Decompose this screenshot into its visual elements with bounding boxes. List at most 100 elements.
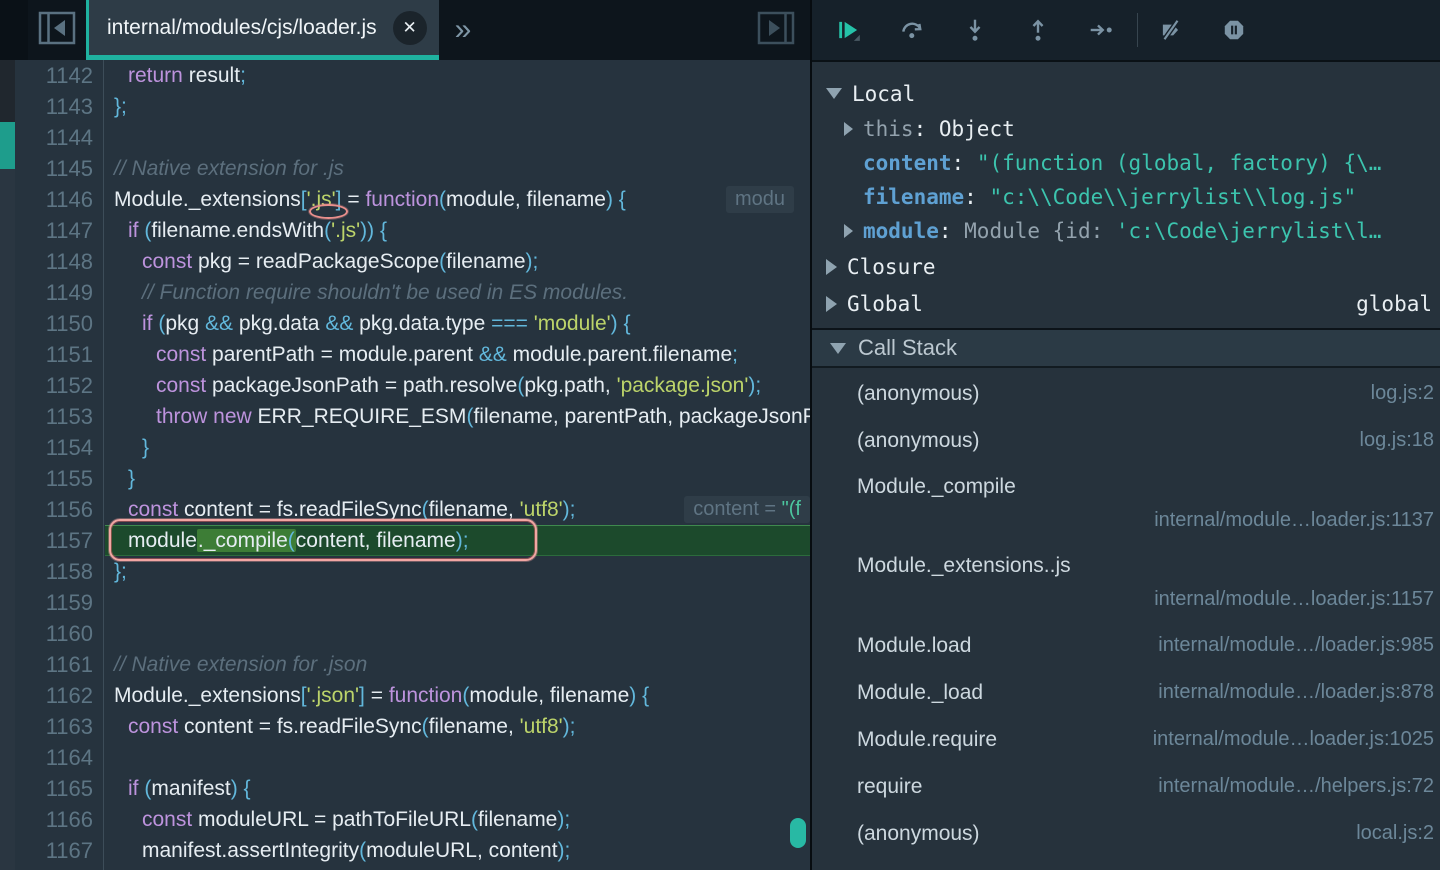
tabbar-corner <box>0 0 28 60</box>
code-editor[interactable]: 1142114311441145114611471148114911501151… <box>0 60 810 870</box>
scope-value-part: : <box>939 219 964 243</box>
code-token: filename, <box>429 498 520 521</box>
step-out-button[interactable] <box>1025 17 1051 43</box>
call-stack-frame[interactable]: (anonymous)log.js:2 <box>812 370 1440 417</box>
gutter-line-number[interactable]: 1164 <box>15 742 103 773</box>
call-stack-frame[interactable]: Module._loadinternal/module…/loader.js:8… <box>812 669 1440 716</box>
deactivate-breakpoints-button[interactable] <box>1158 17 1184 43</box>
code-line[interactable]: manifest.assertIntegrity(moduleURL, cont… <box>105 835 810 866</box>
code-line[interactable]: // Function require shouldn't be used in… <box>105 277 810 308</box>
gutter-line-number[interactable]: 1165 <box>15 773 103 804</box>
pause-on-exceptions-button[interactable] <box>1221 17 1247 43</box>
code-line[interactable]: const parentPath = module.parent && modu… <box>105 339 810 370</box>
gutter-line-number[interactable]: 1143 <box>15 91 103 122</box>
step-button[interactable] <box>1088 17 1114 43</box>
gutter-line-number[interactable]: 1159 <box>15 587 103 618</box>
code-line[interactable]: if (filename.endsWith('.js')) { <box>105 215 810 246</box>
code-line[interactable]: }; <box>105 556 810 587</box>
gutter-line-number[interactable]: 1144 <box>15 122 103 153</box>
gutter-line-number[interactable]: 1163 <box>15 711 103 742</box>
gutter-line-number[interactable]: 1147 <box>15 215 103 246</box>
code-line[interactable]: } <box>105 463 810 494</box>
gutter-line-number[interactable]: 1142 <box>15 60 103 91</box>
gutter-line-number[interactable]: 1167 <box>15 835 103 866</box>
gutter-line-number[interactable]: 1145 <box>15 153 103 184</box>
code-token: '.json' <box>307 684 359 707</box>
code-line[interactable]: }; <box>105 91 810 122</box>
code-line[interactable]: Module._extensions['.js'] = function(mod… <box>105 184 810 215</box>
gutter-line-number[interactable]: 1146 <box>15 184 103 215</box>
code-line[interactable]: if (pkg && pkg.data && pkg.data.type ===… <box>105 308 810 339</box>
step-over-button[interactable] <box>899 17 925 43</box>
code-line[interactable]: } <box>105 432 810 463</box>
editor-scrollbar-thumb[interactable] <box>790 818 806 848</box>
code-line[interactable]: const packageJsonPath = path.resolve(pkg… <box>105 370 810 401</box>
gutter-line-number[interactable]: 1153 <box>15 401 103 432</box>
code-token: content = fs.readFileSync <box>184 715 422 738</box>
code-line[interactable]: const content = fs.readFileSync(filename… <box>105 711 810 742</box>
gutter-line-number[interactable]: 1161 <box>15 649 103 680</box>
scope-variable-row[interactable]: module: Module {id: 'c:\Code\jerrylist\l… <box>812 214 1440 248</box>
call-stack-frame[interactable]: (anonymous)log.js:18 <box>812 417 1440 464</box>
gutter-line-number[interactable]: 1158 <box>15 556 103 587</box>
code-line[interactable]: throw new ERR_REQUIRE_ESM(filename, pare… <box>105 401 810 432</box>
scope-section-local[interactable]: Local <box>812 75 1440 112</box>
gutter-line-number[interactable]: 1150 <box>15 308 103 339</box>
tab-close-button[interactable]: ✕ <box>393 11 427 45</box>
code-line[interactable]: const moduleURL = pathToFileURL(filename… <box>105 804 810 835</box>
code-token: ERR_REQUIRE_ESM <box>258 405 467 428</box>
code-token: pkg.data <box>239 312 325 335</box>
resume-button[interactable] <box>836 17 862 43</box>
step-into-button[interactable] <box>962 17 988 43</box>
expand-arrow-icon[interactable] <box>844 224 853 238</box>
gutter-line-number[interactable]: 1149 <box>15 277 103 308</box>
code-line[interactable] <box>105 122 810 153</box>
call-stack-frame[interactable]: Module.loadinternal/module…/loader.js:98… <box>812 622 1440 669</box>
gutter-line-number[interactable]: 1156 <box>15 494 103 525</box>
code-line[interactable]: // Native extension for .js <box>105 153 810 184</box>
call-stack-header[interactable]: Call Stack <box>812 328 1440 368</box>
gutter-line-number[interactable]: 1168 <box>15 866 103 870</box>
expand-arrow-icon[interactable] <box>844 122 853 136</box>
code-token: filename.endsWith <box>151 219 324 242</box>
toggle-right-panel-button[interactable] <box>756 0 810 60</box>
scope-variable-row[interactable]: filename: "c:\\Code\\jerrylist\\log.js" <box>812 180 1440 214</box>
code-line[interactable]: if (manifest) { <box>105 773 810 804</box>
gutter-line-number[interactable]: 1157 <box>15 525 103 556</box>
gutter-line-number[interactable]: 1148 <box>15 246 103 277</box>
code-line[interactable]: return result; <box>105 60 810 91</box>
code-token: const <box>142 808 198 831</box>
scope-section-global[interactable]: Globalglobal <box>812 285 1440 322</box>
call-stack-frame[interactable]: Module.requireinternal/module…loader.js:… <box>812 716 1440 763</box>
call-stack-frame[interactable]: (anonymous)local.js:2 <box>812 810 1440 857</box>
scope-section-closure[interactable]: Closure <box>812 248 1440 285</box>
gutter-line-number[interactable]: 1162 <box>15 680 103 711</box>
code-line[interactable]: // Native extension for .json <box>105 649 810 680</box>
code-line[interactable]: const content = fs.readFileSync(filename… <box>105 494 810 525</box>
code-line[interactable] <box>105 618 810 649</box>
toggle-left-panel-button[interactable] <box>28 0 86 60</box>
gutter-line-number[interactable]: 1154 <box>15 432 103 463</box>
scope-variable-row[interactable]: this: Object <box>812 112 1440 146</box>
gutter-line-number[interactable]: 1155 <box>15 463 103 494</box>
more-tabs-button[interactable]: » <box>439 0 488 60</box>
code-line[interactable] <box>105 742 810 773</box>
call-stack-frame[interactable]: Module._extensions..jsinternal/module…lo… <box>812 543 1440 622</box>
tab-loader-js[interactable]: internal/modules/cjs/loader.js ✕ <box>86 0 439 60</box>
gutter-line-number[interactable]: 1166 <box>15 804 103 835</box>
editor-tab-bar: internal/modules/cjs/loader.js ✕ » <box>0 0 810 60</box>
code-token: filename <box>446 250 525 273</box>
scope-variable-row[interactable]: content: "(function (global, factory) {\… <box>812 146 1440 180</box>
scope-value-part: "(function (global, factory) {\… <box>977 151 1382 175</box>
code-line[interactable]: const pkg = readPackageScope(filename); <box>105 246 810 277</box>
gutter-line-number[interactable]: 1152 <box>15 370 103 401</box>
code-line[interactable] <box>105 587 810 618</box>
code-line[interactable]: } <box>105 866 810 870</box>
gutter-line-number[interactable]: 1151 <box>15 339 103 370</box>
call-stack-frame[interactable]: Module._compileinternal/module…loader.js… <box>812 464 1440 543</box>
gutter-line-number[interactable]: 1160 <box>15 618 103 649</box>
code-line[interactable]: Module._extensions['.json'] = function(m… <box>105 680 810 711</box>
call-stack-frame[interactable]: requireinternal/module…/helpers.js:72 <box>812 763 1440 810</box>
code-line[interactable]: module._compile(content, filename); <box>105 525 810 556</box>
code-token: 'module' <box>534 312 611 335</box>
